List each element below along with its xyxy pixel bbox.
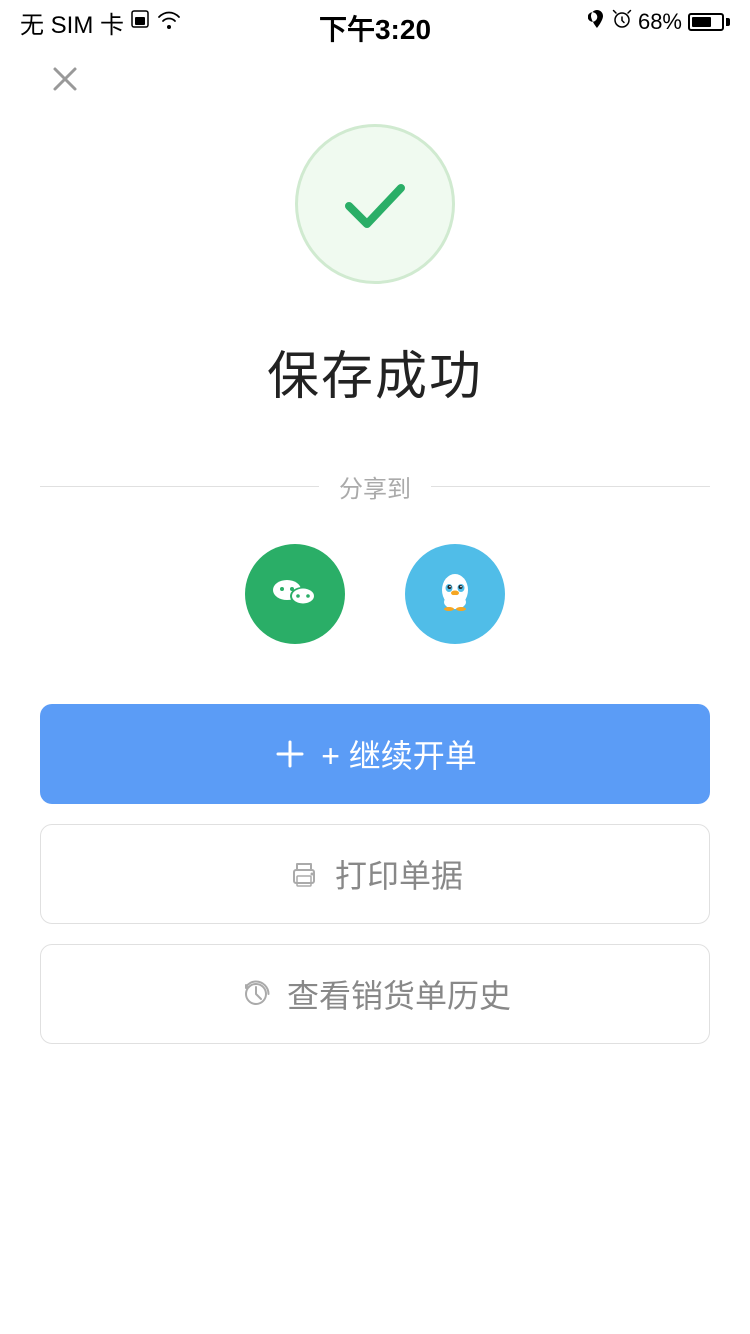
share-wechat-button[interactable] — [245, 544, 345, 644]
success-title: 保存成功 — [267, 334, 483, 409]
share-icons-container — [245, 544, 505, 644]
status-bar: 无 SIM 卡 下午3:20 — [0, 0, 750, 44]
print-label: 打印单据 — [335, 851, 463, 897]
status-right: 68% — [588, 9, 730, 35]
success-icon-circle — [295, 124, 455, 284]
share-qq-button[interactable] — [405, 544, 505, 644]
sim-icon — [130, 8, 150, 36]
print-button[interactable]: 打印单据 — [40, 824, 710, 924]
close-button[interactable] — [40, 54, 90, 104]
continue-button[interactable]: + 继续开单 — [40, 704, 710, 804]
carrier-text: 无 SIM 卡 — [20, 5, 124, 40]
divider-right — [431, 486, 710, 487]
divider-left — [40, 486, 319, 487]
share-label: 分享到 — [319, 469, 431, 504]
share-divider: 分享到 — [0, 469, 750, 504]
location-icon — [588, 9, 606, 35]
battery-text: 68% — [638, 9, 682, 35]
status-time: 下午3:20 — [319, 8, 431, 48]
history-button[interactable]: 查看销货单历史 — [40, 944, 710, 1044]
wifi-icon — [156, 8, 182, 36]
continue-label: + 继续开单 — [321, 731, 477, 777]
battery-icon — [688, 13, 730, 31]
alarm-icon — [612, 9, 632, 35]
main-content: 保存成功 分享到 — [0, 44, 750, 1044]
status-left: 无 SIM 卡 — [20, 5, 182, 40]
history-label: 查看销货单历史 — [287, 971, 511, 1017]
action-buttons: + 继续开单 打印单据 查看销货单历史 — [0, 704, 750, 1044]
